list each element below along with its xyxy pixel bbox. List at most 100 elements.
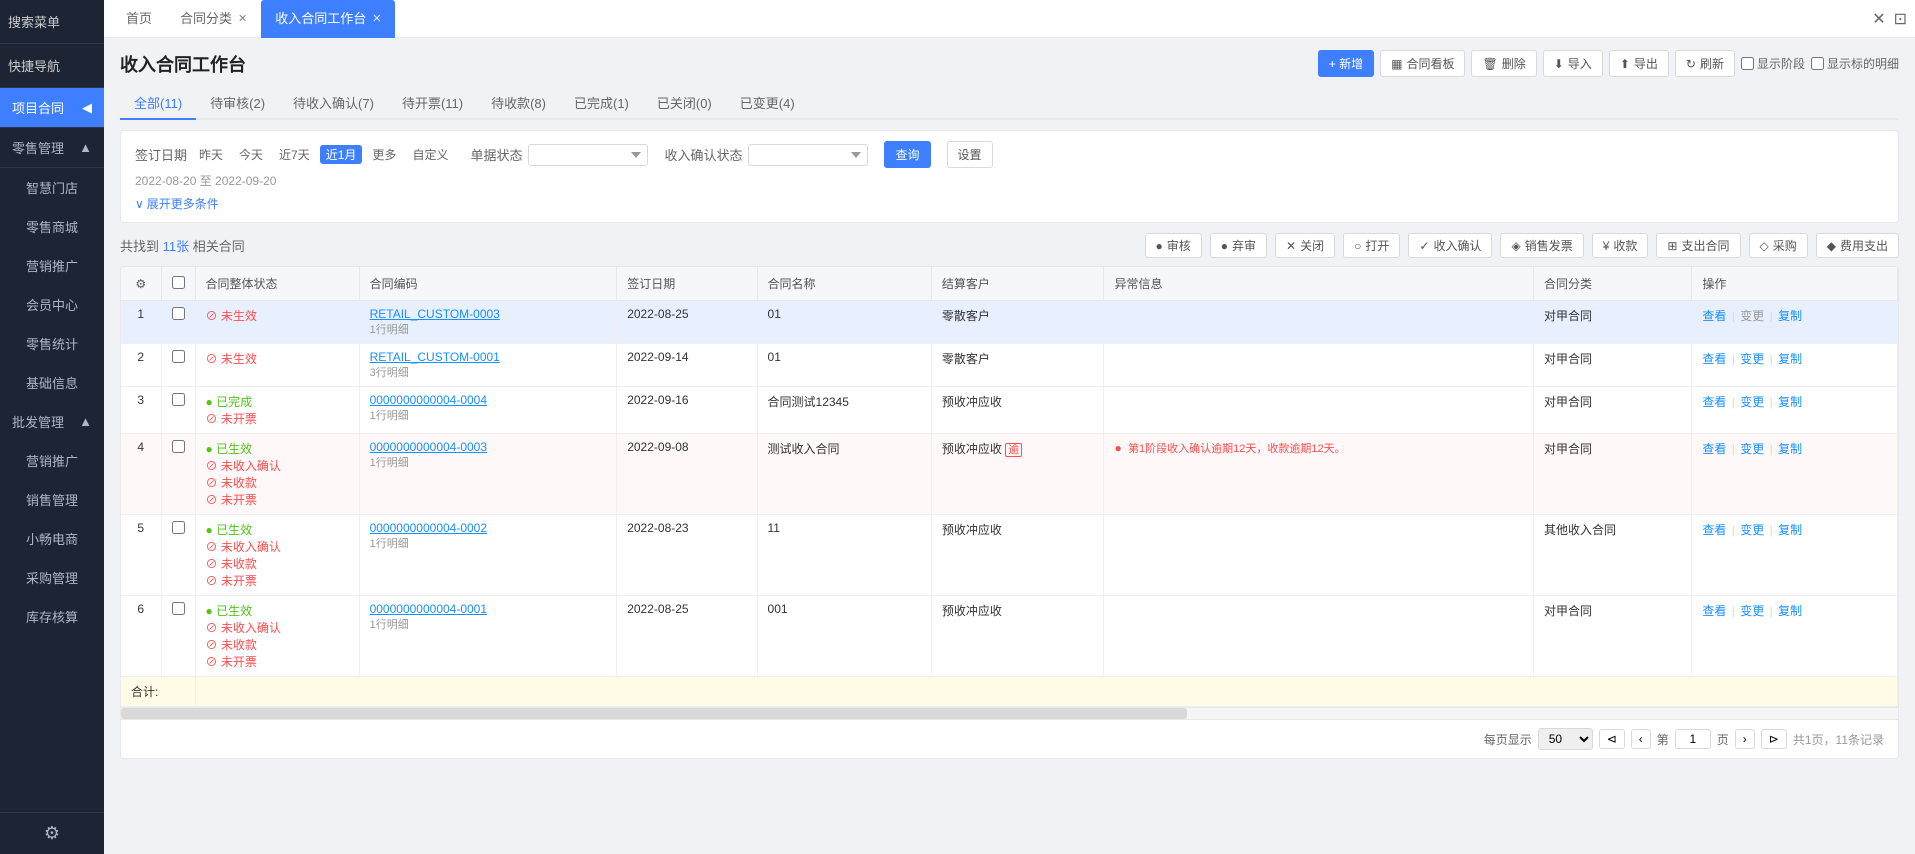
scrollbar-thumb[interactable] bbox=[121, 708, 1187, 719]
op-copy[interactable]: 复制 bbox=[1778, 523, 1802, 537]
income-confirm-btn[interactable]: ✓ 收入确认 bbox=[1408, 233, 1492, 258]
purchase-btn[interactable]: ◇ 采购 bbox=[1749, 233, 1808, 258]
sidebar-item-smart[interactable]: 智慧门店 bbox=[0, 168, 104, 207]
row-checkbox[interactable] bbox=[172, 521, 185, 534]
contract-code-link[interactable]: 0000000000004-0004 bbox=[370, 393, 487, 407]
page-size-select[interactable]: 50 100 200 bbox=[1538, 728, 1593, 750]
op-view[interactable]: 查看 bbox=[1702, 395, 1726, 409]
op-copy[interactable]: 复制 bbox=[1778, 352, 1802, 366]
row-checkbox[interactable] bbox=[172, 393, 185, 406]
filter-tab-changed[interactable]: 已变更(4) bbox=[726, 87, 809, 120]
op-copy[interactable]: 复制 bbox=[1778, 309, 1802, 323]
row-checkbox[interactable] bbox=[172, 350, 185, 363]
contract-code-link[interactable]: 0000000000004-0002 bbox=[370, 521, 487, 535]
row-checkbox-cell[interactable] bbox=[161, 515, 195, 596]
col-settings[interactable]: ⚙ bbox=[121, 267, 161, 301]
sidebar-quicknav[interactable]: 快捷导航 bbox=[0, 44, 104, 88]
row-checkbox[interactable] bbox=[172, 602, 185, 615]
tab-income-workbench[interactable]: 收入合同工作台 ✕ bbox=[261, 0, 395, 38]
window-close-icon[interactable]: ✕ bbox=[1872, 9, 1885, 29]
op-copy[interactable]: 复制 bbox=[1778, 604, 1802, 618]
sidebar-item-retail[interactable]: 零售管理 ▲ bbox=[0, 128, 104, 167]
filter-tab-pending-invoice[interactable]: 待开票(11) bbox=[388, 87, 477, 120]
op-view[interactable]: 查看 bbox=[1702, 352, 1726, 366]
window-maximize-icon[interactable]: ⊡ bbox=[1894, 9, 1907, 29]
contract-code-link[interactable]: 0000000000004-0003 bbox=[370, 440, 487, 454]
op-copy[interactable]: 复制 bbox=[1778, 442, 1802, 456]
contract-code-link[interactable]: RETAIL_CUSTOM-0001 bbox=[370, 350, 500, 364]
filter-tab-pending-review[interactable]: 待审核(2) bbox=[196, 87, 279, 120]
op-change[interactable]: 变更 bbox=[1740, 395, 1764, 409]
shortcut-7days[interactable]: 近7天 bbox=[273, 145, 316, 164]
sidebar-item-project[interactable]: 项目合同 ◀ bbox=[0, 88, 104, 127]
sidebar-item-ecom[interactable]: 小畅电商 bbox=[0, 519, 104, 558]
import-button[interactable]: ⬇ 导入 bbox=[1543, 50, 1603, 77]
filter-tab-closed[interactable]: 已关闭(0) bbox=[643, 87, 726, 120]
refresh-button[interactable]: ↻ 刷新 bbox=[1675, 50, 1735, 77]
settings-button[interactable]: 设置 bbox=[947, 141, 993, 168]
sidebar-item-purchase[interactable]: 采购管理 bbox=[0, 558, 104, 597]
tab-home[interactable]: 首页 bbox=[112, 0, 166, 38]
op-view[interactable]: 查看 bbox=[1702, 604, 1726, 618]
tab-close-income-workbench[interactable]: ✕ bbox=[372, 0, 381, 38]
row-checkbox-cell[interactable] bbox=[161, 434, 195, 515]
op-change[interactable]: 变更 bbox=[1740, 352, 1764, 366]
out-contract-btn[interactable]: ⊞ 支出合同 bbox=[1656, 233, 1740, 258]
tab-contract-category[interactable]: 合同分类 ✕ bbox=[166, 0, 261, 38]
next-page-btn[interactable]: › bbox=[1735, 729, 1755, 749]
query-button[interactable]: 查询 bbox=[884, 141, 930, 168]
contract-code-link[interactable]: 0000000000004-0001 bbox=[370, 602, 487, 616]
show-cols-checkbox[interactable] bbox=[1741, 57, 1754, 70]
sidebar-item-marketing1[interactable]: 营销推广 bbox=[0, 246, 104, 285]
row-checkbox[interactable] bbox=[172, 307, 185, 320]
filter-tab-pending-income-confirm[interactable]: 待收入确认(7) bbox=[279, 87, 388, 120]
sidebar-item-batch[interactable]: 批发管理 ▲ bbox=[0, 402, 104, 441]
row-checkbox-cell[interactable] bbox=[161, 301, 195, 344]
last-page-btn[interactable]: ⊳ bbox=[1761, 729, 1787, 749]
sidebar-item-basic[interactable]: 基础信息 bbox=[0, 363, 104, 402]
op-change[interactable]: 变更 bbox=[1740, 523, 1764, 537]
row-checkbox-cell[interactable] bbox=[161, 344, 195, 387]
row-checkbox-cell[interactable] bbox=[161, 387, 195, 434]
show-detail-checkbox-label[interactable]: 显示标的明细 bbox=[1811, 55, 1899, 72]
shortcut-yesterday[interactable]: 昨天 bbox=[193, 145, 229, 164]
tab-close-contract-category[interactable]: ✕ bbox=[238, 0, 247, 38]
horizontal-scrollbar[interactable] bbox=[121, 707, 1898, 719]
col-checkbox[interactable] bbox=[161, 267, 195, 301]
select-all-checkbox[interactable] bbox=[172, 276, 185, 289]
sidebar-item-mall[interactable]: 零售商城 bbox=[0, 207, 104, 246]
export-button[interactable]: ⬆ 导出 bbox=[1609, 50, 1669, 77]
shortcut-today[interactable]: 今天 bbox=[233, 145, 269, 164]
show-detail-checkbox[interactable] bbox=[1811, 57, 1824, 70]
review-btn[interactable]: ● 审核 bbox=[1145, 233, 1202, 258]
sidebar-item-sales[interactable]: 销售管理 bbox=[0, 480, 104, 519]
kanban-button[interactable]: ▦ 合同看板 bbox=[1380, 50, 1465, 77]
sales-invoice-btn[interactable]: ◈ 销售发票 bbox=[1500, 233, 1583, 258]
abandon-btn[interactable]: ● 弃审 bbox=[1210, 233, 1267, 258]
op-copy[interactable]: 复制 bbox=[1778, 395, 1802, 409]
delete-button[interactable]: 🗑 删除 bbox=[1471, 50, 1536, 77]
op-view[interactable]: 查看 bbox=[1702, 442, 1726, 456]
shortcut-more[interactable]: 更多 bbox=[366, 145, 402, 164]
prev-page-btn[interactable]: ‹ bbox=[1631, 729, 1651, 749]
sidebar-search[interactable]: 搜索菜单 bbox=[0, 0, 104, 44]
sidebar-item-marketing2[interactable]: 营销推广 bbox=[0, 441, 104, 480]
show-cols-checkbox-label[interactable]: 显示阶段 bbox=[1741, 55, 1805, 72]
sidebar-item-inventory[interactable]: 库存核算 bbox=[0, 597, 104, 636]
filter-tab-completed[interactable]: 已完成(1) bbox=[560, 87, 643, 120]
sidebar-item-member[interactable]: 会员中心 bbox=[0, 285, 104, 324]
op-change[interactable]: 变更 bbox=[1740, 604, 1764, 618]
page-input[interactable] bbox=[1675, 729, 1711, 749]
op-view[interactable]: 查看 bbox=[1702, 309, 1726, 323]
shortcut-1month[interactable]: 近1月 bbox=[320, 145, 363, 164]
filter-tab-pending-payment[interactable]: 待收款(8) bbox=[477, 87, 560, 120]
first-page-btn[interactable]: ⊲ bbox=[1599, 729, 1625, 749]
sidebar-settings[interactable]: ⚙ bbox=[0, 812, 104, 854]
row-checkbox[interactable] bbox=[172, 440, 185, 453]
open-contract-btn[interactable]: ○ 打开 bbox=[1343, 233, 1400, 258]
payment-btn[interactable]: ¥ 收款 bbox=[1592, 233, 1649, 258]
close-contract-btn[interactable]: ✕ 关闭 bbox=[1275, 233, 1335, 258]
op-change[interactable]: 变更 bbox=[1740, 442, 1764, 456]
expand-more-btn[interactable]: ∨ 展开更多条件 bbox=[135, 195, 1884, 212]
new-button[interactable]: + 新增 bbox=[1318, 50, 1374, 77]
